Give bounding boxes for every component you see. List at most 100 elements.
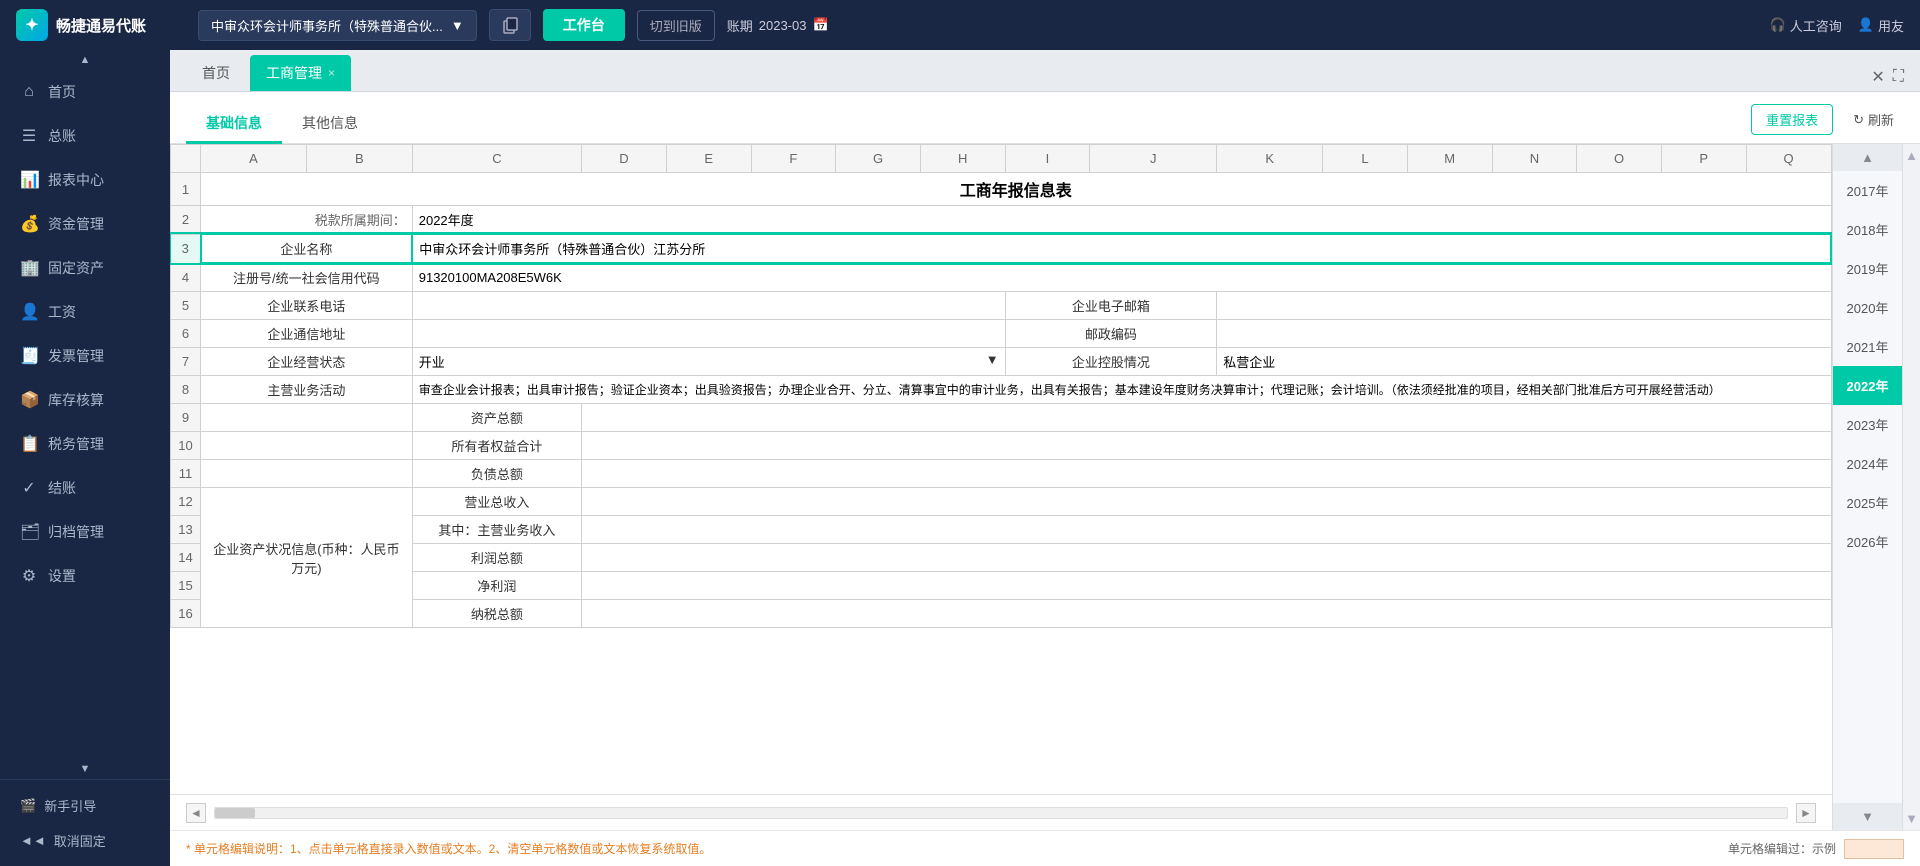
table-row: 13 其中：主营业务收入 (171, 516, 1832, 544)
refresh-button[interactable]: ↻ 刷新 (1843, 104, 1904, 135)
year-item-2026[interactable]: 2026年 (1833, 522, 1902, 561)
net-profit-value[interactable] (582, 572, 1831, 600)
maximize-icon[interactable]: ⛶ (1893, 68, 1904, 86)
sidebar-item-finance[interactable]: 💰 资金管理 (0, 202, 170, 246)
main-biz-label: 主营业务活动 (201, 376, 413, 404)
year-item-2020[interactable]: 2020年 (1833, 288, 1902, 327)
table-row: 7 企业经营状态 开业 ▼ 企业控股情况 私营企业 (171, 348, 1832, 376)
sidebar-scroll-up[interactable]: ▲ (0, 50, 170, 70)
sub-tabs: 基础信息 其他信息 重置报表 ↻ 刷新 (170, 92, 1920, 144)
equity-label: 所有者权益合计 (412, 432, 581, 460)
year-scroll-up[interactable]: ▲ (1833, 144, 1902, 171)
logo-text: 畅捷通易代账 (56, 15, 146, 36)
scroll-right-button[interactable]: ► (1796, 803, 1816, 823)
phone-value[interactable] (412, 292, 1005, 320)
sidebar-item-assets[interactable]: 🏢 固定资产 (0, 246, 170, 290)
sidebar-item-home[interactable]: ⌂ 首页 (0, 70, 170, 114)
vscroll-down[interactable]: ▼ (1901, 807, 1920, 830)
col-header-k: K (1217, 145, 1323, 173)
profit-value[interactable] (582, 544, 1831, 572)
holding-value[interactable]: 私营企业 (1217, 348, 1831, 376)
year-item-2017[interactable]: 2017年 (1833, 171, 1902, 210)
spreadsheet-container[interactable]: A B C D E F G H I J (170, 144, 1832, 794)
sidebar-item-inventory[interactable]: 📦 库存核算 (0, 378, 170, 422)
cancel-fix-item[interactable]: ◄◄ 取消固定 (0, 823, 170, 858)
table-row-highlighted: 3 企业名称 中审众环会计师事务所（特殊普通合伙）江苏分所 (171, 234, 1832, 263)
main-layout: ▲ ⌂ 首页 ☰ 总账 📊 报表中心 💰 资金管理 🏢 固定资产 (0, 50, 1920, 866)
table-row: 4 注册号/统一社会信用代码 91320100MA208E5W6K (171, 263, 1832, 292)
address-value[interactable] (412, 320, 1005, 348)
sidebar-item-label-tax: 税务管理 (48, 434, 104, 454)
reg-num-label: 注册号/统一社会信用代码 (201, 263, 413, 292)
reset-button[interactable]: 重置报表 (1751, 104, 1833, 135)
main-biz-value[interactable]: 审查企业会计报表；出具审计报告；验证企业资本；出具验资报告；办理企业合开、分立、… (412, 376, 1831, 404)
total-assets-value[interactable] (582, 404, 1831, 432)
sidebar-item-tax[interactable]: 📋 税务管理 (0, 422, 170, 466)
email-value[interactable] (1217, 292, 1831, 320)
calendar-icon[interactable]: 📅 (812, 17, 828, 33)
assets-icon: 🏢 (20, 258, 38, 278)
tab-industrial[interactable]: 工商管理 × (250, 55, 351, 91)
biz-status-value[interactable]: 开业 ▼ (412, 348, 1005, 376)
sheet-title[interactable]: 工商年报信息表 (201, 173, 1832, 206)
tab-industrial-label: 工商管理 (266, 63, 322, 83)
year-item-2021[interactable]: 2021年 (1833, 327, 1902, 366)
year-item-2018[interactable]: 2018年 (1833, 210, 1902, 249)
year-item-2024[interactable]: 2024年 (1833, 444, 1902, 483)
sidebar-item-close[interactable]: ✓ 结账 (0, 466, 170, 510)
bottom-scroll-bar: ◄ ► (170, 794, 1832, 830)
sidebar-item-reports[interactable]: 📊 报表中心 (0, 158, 170, 202)
sidebar-item-label-close: 结账 (48, 478, 76, 498)
reg-num-value[interactable]: 91320100MA208E5W6K (412, 263, 1831, 292)
company-selector[interactable]: 中审众环会计师事务所（特殊普通合伙... ▼ (198, 10, 477, 41)
close-window-icon[interactable]: ✕ (1871, 67, 1884, 87)
col-header-h: H (920, 145, 1005, 173)
year-item-2025[interactable]: 2025年 (1833, 483, 1902, 522)
film-icon: 🎬 (20, 798, 36, 814)
total-revenue-value[interactable] (582, 488, 1831, 516)
sidebar-item-settings[interactable]: ⚙ 设置 (0, 554, 170, 598)
row-num-9: 9 (171, 404, 201, 432)
year-scroll-down[interactable]: ▼ (1833, 803, 1902, 830)
postcode-value[interactable] (1217, 320, 1831, 348)
sidebar-item-archive[interactable]: 🗂 归档管理 (0, 510, 170, 554)
sidebar-item-label-invoice: 发票管理 (48, 346, 104, 366)
sidebar-item-ledger[interactable]: ☰ 总账 (0, 114, 170, 158)
scroll-left-button[interactable]: ◄ (186, 803, 206, 823)
total-assets-label: 资产总额 (412, 404, 581, 432)
row9-empty (201, 404, 413, 432)
tab-close-icon[interactable]: × (328, 66, 335, 80)
copy-button[interactable] (489, 9, 531, 41)
horizontal-scrollbar[interactable] (214, 807, 1788, 819)
user-item[interactable]: 👤 用友 (1858, 16, 1904, 35)
sidebar-scroll-down[interactable]: ▼ (0, 759, 170, 779)
switch-button[interactable]: 切到旧版 (637, 10, 715, 41)
table-row: 10 所有者权益合计 (171, 432, 1832, 460)
year-item-2023[interactable]: 2023年 (1833, 405, 1902, 444)
sidebar-item-payroll[interactable]: 👤 工资 (0, 290, 170, 334)
period-value[interactable]: 2022年度 (412, 206, 1831, 235)
sidebar-item-invoice[interactable]: 🧾 发票管理 (0, 334, 170, 378)
liability-value[interactable] (582, 460, 1831, 488)
consult-item[interactable]: 🎧 人工咨询 (1770, 16, 1842, 35)
total-tax-value[interactable] (582, 600, 1831, 628)
total-tax-label: 纳税总额 (412, 600, 581, 628)
year-item-2019[interactable]: 2019年 (1833, 249, 1902, 288)
page-content: 基础信息 其他信息 重置报表 ↻ 刷新 (170, 92, 1920, 866)
equity-value[interactable] (582, 432, 1831, 460)
col-header-g: G (836, 145, 921, 173)
new-guide-item[interactable]: 🎬 新手引导 (0, 788, 170, 823)
table-row: 9 资产总额 (171, 404, 1832, 432)
sub-tab-other[interactable]: 其他信息 (282, 105, 378, 144)
invoice-icon: 🧾 (20, 346, 38, 366)
sub-tab-basic[interactable]: 基础信息 (186, 105, 282, 144)
tab-home[interactable]: 首页 (186, 55, 246, 91)
email-label: 企业电子邮箱 (1005, 292, 1217, 320)
sidebar-item-label-assets: 固定资产 (48, 258, 104, 278)
company-name-value[interactable]: 中审众环会计师事务所（特殊普通合伙）江苏分所 (412, 234, 1831, 263)
main-revenue-value[interactable] (582, 516, 1831, 544)
vscroll-up[interactable]: ▲ (1901, 144, 1920, 167)
year-item-2022[interactable]: 2022年 (1833, 366, 1902, 405)
workbench-button[interactable]: 工作台 (543, 9, 625, 41)
dropdown-arrow[interactable]: ▼ (986, 352, 999, 367)
